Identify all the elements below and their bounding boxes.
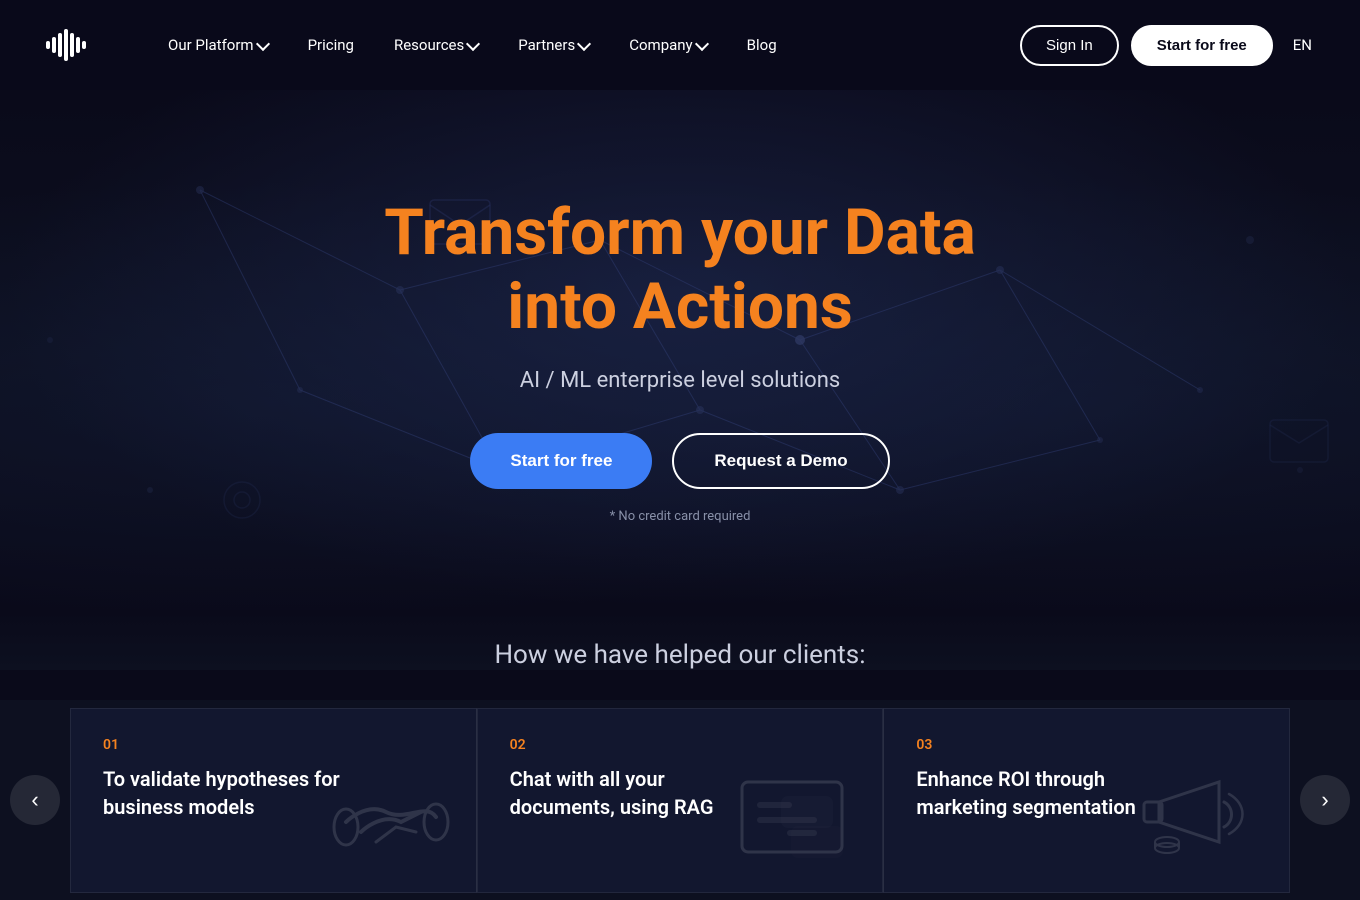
card-2: 02 Chat with all your documents, using R… — [477, 708, 884, 893]
hero-content: Transform your Data into Actions AI / ML… — [384, 196, 976, 523]
nav-partners[interactable]: Partners — [502, 28, 605, 62]
chevron-icon — [695, 36, 709, 50]
hero-subtitle: AI / ML enterprise level solutions — [384, 368, 976, 393]
card-1-text: To validate hypotheses for business mode… — [103, 765, 363, 821]
hero-title: Transform your Data into Actions — [384, 196, 976, 343]
nav-links: Our Platform Pricing Resources Partners … — [152, 28, 1020, 62]
signin-button[interactable]: Sign In — [1020, 25, 1119, 66]
cards-container: 01 To validate hypotheses for business m… — [70, 708, 1290, 893]
clients-heading: How we have helped our clients: — [40, 640, 1320, 670]
nav-our-platform[interactable]: Our Platform — [152, 28, 284, 62]
chevron-icon — [256, 36, 270, 50]
nav-right: Sign In Start for free EN — [1020, 25, 1320, 66]
nav-blog[interactable]: Blog — [731, 28, 793, 62]
request-demo-button[interactable]: Request a Demo — [672, 433, 889, 489]
card-3-number: 03 — [916, 737, 1257, 753]
hero-section: Transform your Data into Actions AI / ML… — [0, 90, 1360, 610]
card-1-number: 01 — [103, 737, 444, 753]
carousel-next-button[interactable]: › — [1300, 775, 1350, 825]
navbar: Our Platform Pricing Resources Partners … — [0, 0, 1360, 90]
logo[interactable] — [40, 19, 92, 71]
hero-buttons: Start for free Request a Demo — [384, 433, 976, 489]
nav-resources[interactable]: Resources — [378, 28, 494, 62]
no-card-text: * No credit card required — [384, 509, 976, 524]
chevron-icon — [577, 36, 591, 50]
chevron-icon — [466, 36, 480, 50]
card-2-number: 02 — [510, 737, 851, 753]
nav-pricing[interactable]: Pricing — [292, 28, 370, 62]
card-2-text: Chat with all your documents, using RAG — [510, 765, 770, 821]
card-3-bg-icon — [1129, 762, 1269, 872]
start-free-nav-button[interactable]: Start for free — [1131, 25, 1273, 66]
card-1-bg-icon — [326, 762, 456, 872]
card-1: 01 To validate hypotheses for business m… — [70, 708, 477, 893]
language-selector[interactable]: EN — [1285, 32, 1320, 58]
carousel-prev-button[interactable]: ‹ — [10, 775, 60, 825]
cards-carousel: ‹ 01 To validate hypotheses for business… — [0, 700, 1360, 900]
card-3: 03 Enhance ROI through marketing segment… — [883, 708, 1290, 893]
clients-section: How we have helped our clients: — [0, 610, 1360, 670]
start-free-hero-button[interactable]: Start for free — [470, 433, 652, 489]
card-2-bg-icon — [732, 772, 862, 872]
nav-company[interactable]: Company — [613, 28, 722, 62]
